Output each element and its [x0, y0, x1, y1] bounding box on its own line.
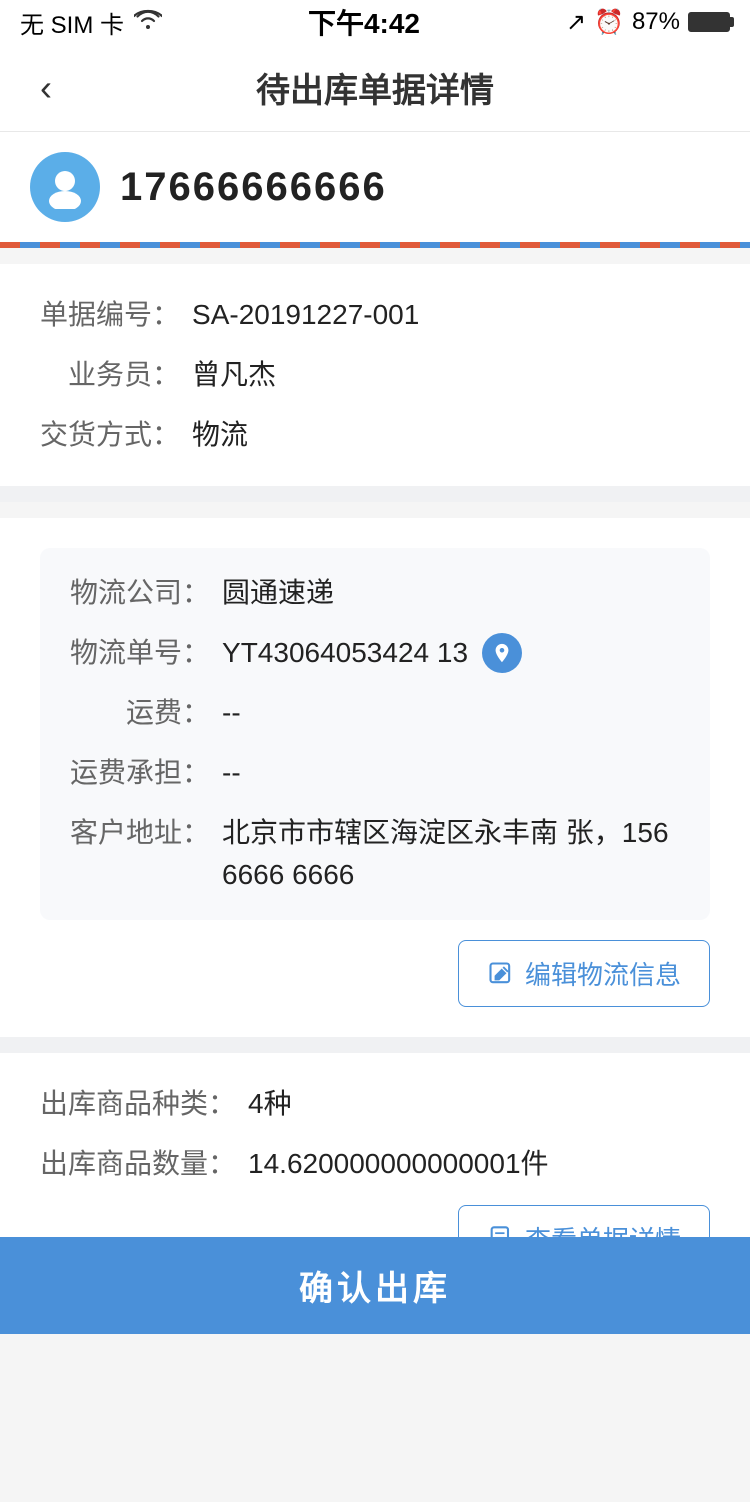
delivery-label: 交货方式：: [40, 414, 180, 456]
company-row: 物流公司： 圆通速递: [70, 572, 680, 614]
freight-bear-row: 运费承担： --: [70, 752, 680, 794]
company-label: 物流公司：: [70, 572, 210, 614]
salesperson-row: 业务员： 曾凡杰: [40, 354, 710, 396]
logistics-section: 物流公司： 圆通速递 物流单号： YT43064053424 13 运费： --…: [0, 518, 750, 1037]
location-status-icon: ↗: [566, 8, 586, 37]
dashed-divider: [0, 242, 750, 248]
trackno-text: YT43064053424 13: [222, 632, 468, 674]
carrier-text: 无 SIM 卡: [20, 5, 124, 40]
product-type-label: 出库商品种类：: [40, 1083, 236, 1125]
address-value: 北京市市辖区海淀区永丰南 张，156 6666 6666: [210, 812, 680, 896]
product-qty-value: 14.620000000000001件: [236, 1143, 710, 1185]
wifi-icon: [134, 8, 162, 36]
trackno-row: 物流单号： YT43064053424 13: [70, 632, 680, 674]
freight-bear-label: 运费承担：: [70, 752, 210, 794]
address-label: 客户地址：: [70, 812, 210, 854]
order-no-label: 单据编号：: [40, 294, 180, 336]
freight-bear-value: --: [210, 752, 680, 794]
status-right: ↗ ⏰ 87%: [566, 8, 730, 37]
status-time: 下午4:42: [308, 2, 420, 42]
product-type-row: 出库商品种类： 4种: [40, 1083, 710, 1125]
product-qty-row: 出库商品数量： 14.620000000000001件: [40, 1143, 710, 1185]
freight-label: 运费：: [70, 692, 210, 734]
company-value: 圆通速递: [210, 572, 680, 614]
avatar: [30, 152, 100, 222]
product-qty-label: 出库商品数量：: [40, 1143, 236, 1185]
edit-icon: [487, 960, 515, 988]
confirm-outbound-button[interactable]: 确认出库: [299, 1261, 451, 1310]
order-no-value: SA-20191227-001: [180, 294, 710, 336]
status-bar: 无 SIM 卡 下午4:42 ↗ ⏰ 87%: [0, 0, 750, 44]
edit-logistics-label: 编辑物流信息: [525, 955, 681, 992]
trackno-value: YT43064053424 13: [210, 632, 680, 674]
logistics-card: 物流公司： 圆通速递 物流单号： YT43064053424 13 运费： --…: [40, 548, 710, 920]
salesperson-value: 曾凡杰: [180, 354, 710, 396]
battery-percent: 87%: [632, 8, 680, 36]
product-type-value: 4种: [236, 1083, 710, 1125]
customer-phone: 17666666666: [120, 165, 387, 210]
confirm-btn-wrap: 确认出库: [0, 1237, 750, 1334]
status-carrier: 无 SIM 卡: [20, 5, 162, 40]
nav-bar: ‹ 待出库单据详情: [0, 44, 750, 132]
section-divider-1: [0, 486, 750, 502]
delivery-value: 物流: [180, 414, 710, 456]
delivery-row: 交货方式： 物流: [40, 414, 710, 456]
order-info-section: 单据编号： SA-20191227-001 业务员： 曾凡杰 交货方式： 物流: [0, 264, 750, 486]
alarm-icon: ⏰: [594, 8, 624, 37]
edit-logistics-row: 编辑物流信息: [40, 940, 710, 1007]
page-title: 待出库单据详情: [256, 63, 494, 112]
battery-icon: [688, 12, 730, 32]
address-row: 客户地址： 北京市市辖区海淀区永丰南 张，156 6666 6666: [70, 812, 680, 896]
trackno-label: 物流单号：: [70, 632, 210, 674]
edit-logistics-button[interactable]: 编辑物流信息: [458, 940, 710, 1007]
freight-row: 运费： --: [70, 692, 680, 734]
salesperson-label: 业务员：: [40, 354, 180, 396]
freight-value: --: [210, 692, 680, 734]
map-pin-icon[interactable]: [482, 633, 522, 673]
order-no-row: 单据编号： SA-20191227-001: [40, 294, 710, 336]
back-button[interactable]: ‹: [30, 57, 62, 119]
customer-header: 17666666666: [0, 132, 750, 242]
section-divider-2: [0, 1037, 750, 1053]
